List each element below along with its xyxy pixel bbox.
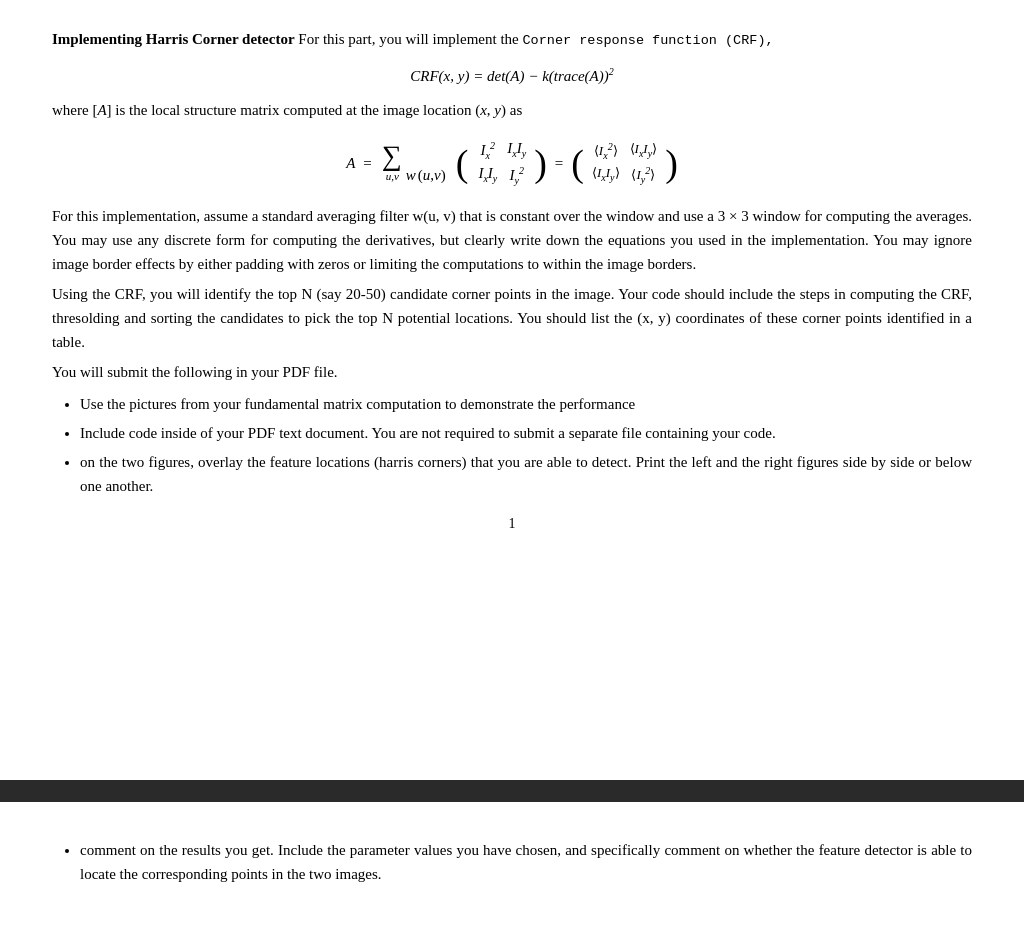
page-number: 1 (52, 516, 972, 532)
bullet-list: Use the pictures from your fundamental m… (80, 392, 972, 498)
body-para-2: Using the CRF, you will identify the top… (52, 282, 972, 354)
list-item: Include code inside of your PDF text doc… (80, 421, 972, 445)
bottom-bullet-list: comment on the results you get. Include … (80, 838, 972, 886)
intro-bold: Implementing Harris Corner detector (52, 31, 295, 47)
left-paren-1: ( (456, 144, 469, 182)
intro-text: For this part, you will implement the (298, 31, 522, 47)
sum-expression: ∑ u,v w(u,v) (382, 142, 446, 184)
page-top: Implementing Harris Corner detector For … (0, 0, 1024, 780)
right-paren-1: ) (534, 144, 547, 182)
list-item: Use the pictures from your fundamental m… (80, 392, 972, 416)
code-crf: Corner response function (CRF), (522, 33, 773, 48)
where-line: where [A] is the local structure matrix … (52, 99, 972, 122)
right-paren-2: ) (665, 144, 678, 182)
right-matrix: ⟨Ix2⟩ ⟨IxIy⟩ ⟨IxIy⟩ ⟨Iy2⟩ (584, 137, 665, 189)
page-divider (0, 780, 1024, 802)
crf-equation: CRF(x, y) = det(A) − k(trace(A))2 (52, 66, 972, 85)
left-matrix: Ix2 IxIy IxIy Iy2 (470, 136, 534, 190)
bottom-list-item: comment on the results you get. Include … (80, 838, 972, 886)
intro-paragraph: Implementing Harris Corner detector For … (52, 28, 972, 52)
crf-equation-text: CRF(x, y) = det(A) − k(trace(A))2 (410, 68, 614, 84)
page-bottom: comment on the results you get. Include … (0, 802, 1024, 932)
matrix-equation: A = ∑ u,v w(u,v) ( Ix2 IxIy IxIy Iy2 ) =… (52, 136, 972, 190)
list-item: on the two figures, overlay the feature … (80, 450, 972, 498)
left-paren-2: ( (571, 144, 584, 182)
body-para-3: You will submit the following in your PD… (52, 360, 972, 384)
body-para-1: For this implementation, assume a standa… (52, 204, 972, 276)
